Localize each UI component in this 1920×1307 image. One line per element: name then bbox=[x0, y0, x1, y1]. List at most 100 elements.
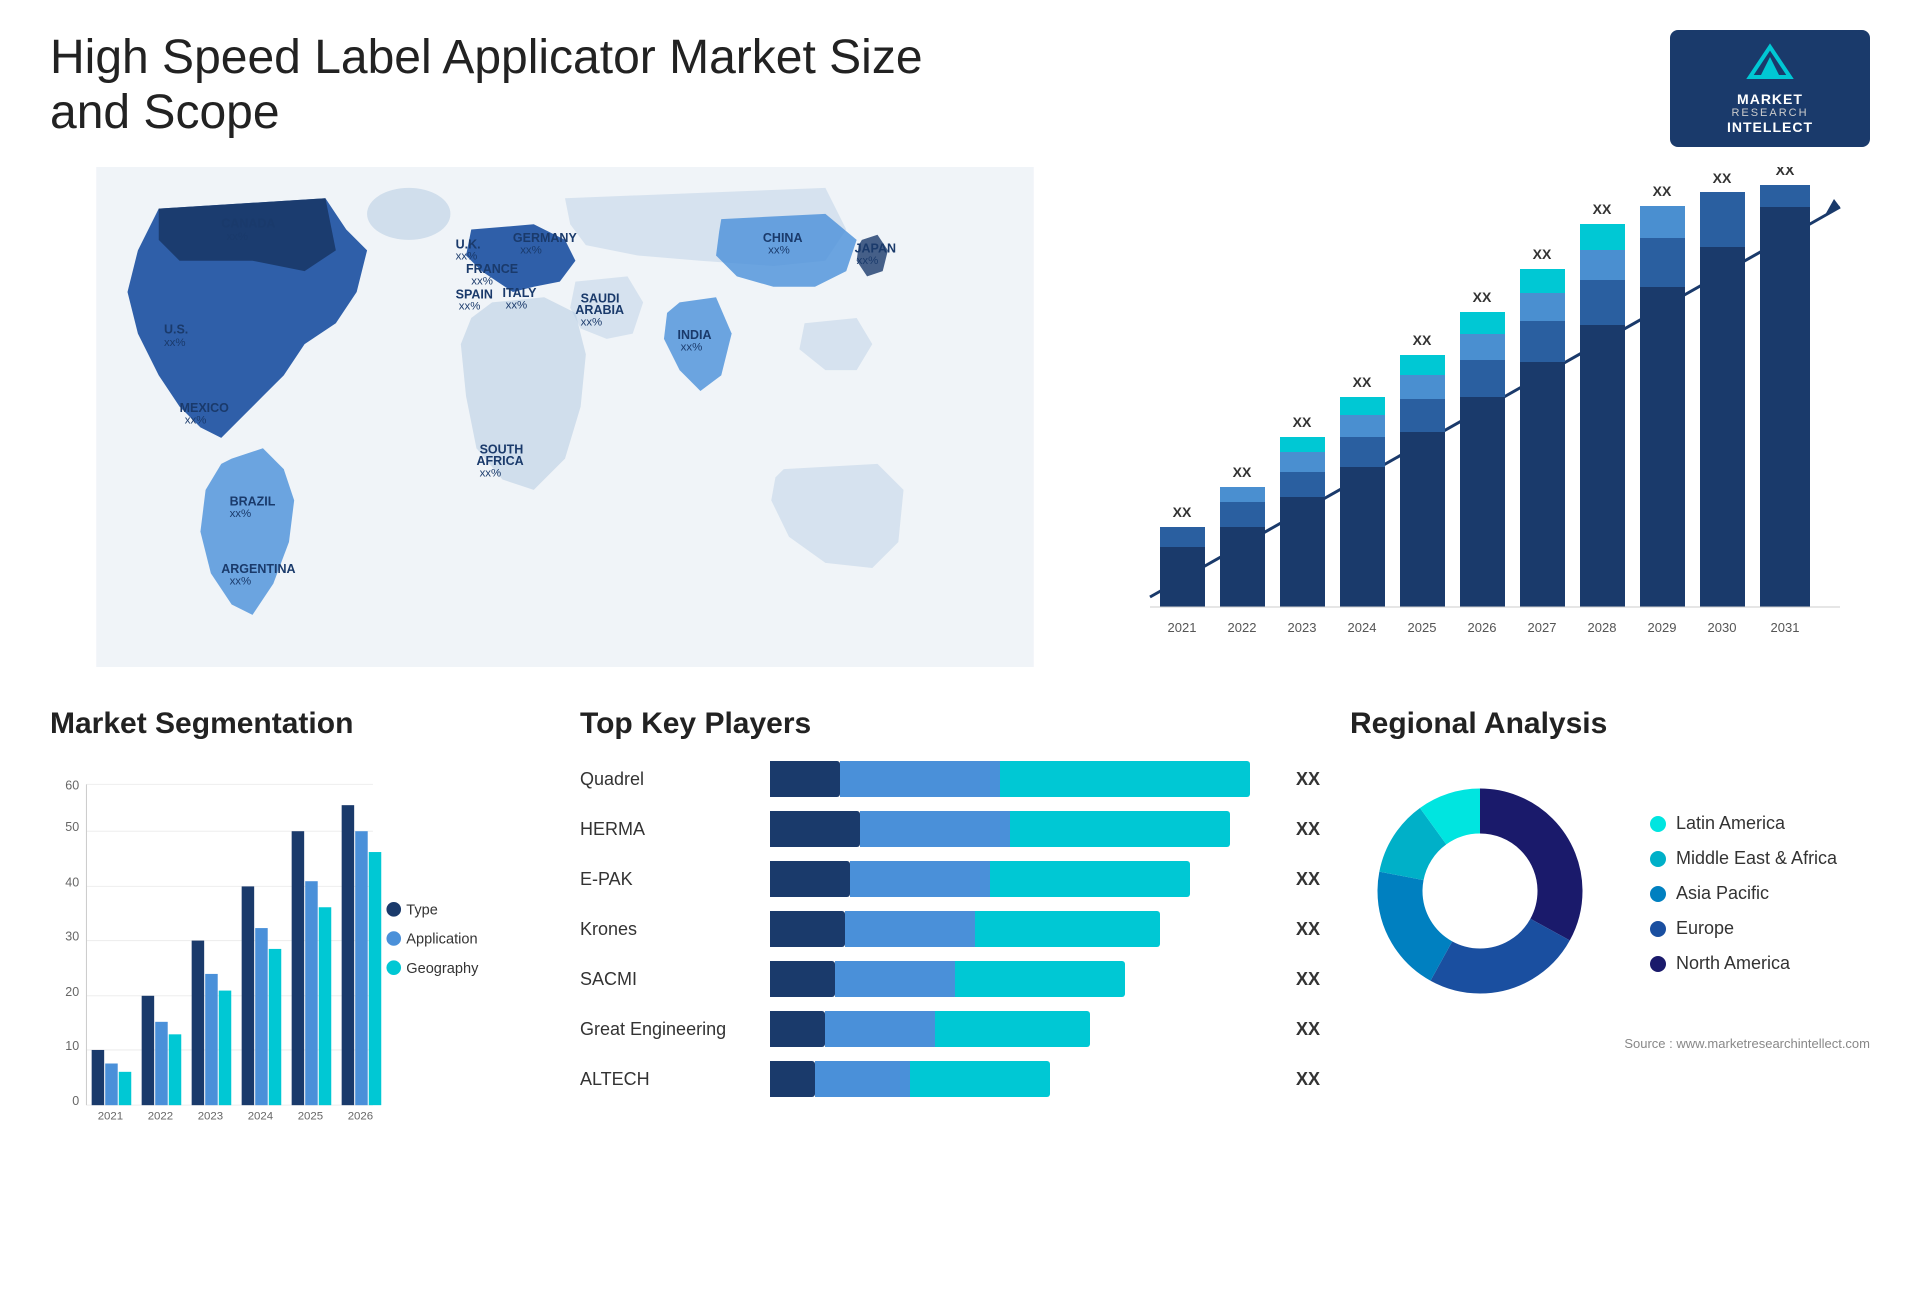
logo-line3: INTELLECT bbox=[1688, 119, 1852, 135]
svg-text:2030: 2030 bbox=[1708, 620, 1737, 635]
player-name: Great Engineering bbox=[580, 1019, 760, 1040]
player-value: XX bbox=[1296, 769, 1320, 790]
player-value: XX bbox=[1296, 1069, 1320, 1090]
player-bar-container bbox=[770, 961, 1276, 997]
legend-item-mea: Middle East & Africa bbox=[1650, 848, 1837, 869]
svg-text:2024: 2024 bbox=[1348, 620, 1377, 635]
svg-text:XX: XX bbox=[1173, 504, 1192, 520]
svg-text:xx%: xx% bbox=[459, 301, 481, 313]
svg-text:xx%: xx% bbox=[857, 255, 879, 267]
bar-light bbox=[935, 1011, 1090, 1047]
bar-mid bbox=[845, 911, 975, 947]
player-name: SACMI bbox=[580, 969, 760, 990]
svg-text:xx%: xx% bbox=[581, 316, 603, 328]
svg-text:xx%: xx% bbox=[230, 576, 252, 588]
header: High Speed Label Applicator Market Size … bbox=[50, 30, 1870, 147]
player-value: XX bbox=[1296, 1019, 1320, 1040]
svg-text:XX: XX bbox=[1293, 414, 1312, 430]
player-row-great-engineering: Great Engineering XX bbox=[580, 1011, 1320, 1047]
svg-text:2031: 2031 bbox=[1771, 620, 1800, 635]
player-bar-container bbox=[770, 861, 1276, 897]
logo-line2: RESEARCH bbox=[1688, 107, 1852, 119]
svg-text:2027: 2027 bbox=[1528, 620, 1557, 635]
svg-text:xx%: xx% bbox=[226, 231, 248, 243]
bar-dark bbox=[770, 1011, 825, 1047]
player-bar-container bbox=[770, 911, 1276, 947]
svg-text:JAPAN: JAPAN bbox=[855, 241, 896, 255]
bar-chart-svg: XX 2021 XX 2022 XX 2023 bbox=[1120, 167, 1870, 647]
svg-text:CHINA: CHINA bbox=[763, 231, 803, 245]
svg-text:xx%: xx% bbox=[471, 276, 493, 288]
page-title: High Speed Label Applicator Market Size … bbox=[50, 30, 950, 140]
legend-dot bbox=[1650, 816, 1666, 832]
svg-text:FRANCE: FRANCE bbox=[466, 262, 518, 276]
bar-mid bbox=[850, 861, 990, 897]
map-section: CANADA xx% U.S. xx% MEXICO xx% BRAZIL xx… bbox=[50, 167, 1080, 667]
bar-mid bbox=[840, 761, 1000, 797]
legend-item-latin: Latin America bbox=[1650, 813, 1837, 834]
player-bar-container bbox=[770, 761, 1276, 797]
legend-dot bbox=[1650, 886, 1666, 902]
player-name: ALTECH bbox=[580, 1069, 760, 1090]
bar-mid bbox=[835, 961, 955, 997]
top-section: CANADA xx% U.S. xx% MEXICO xx% BRAZIL xx… bbox=[50, 167, 1870, 667]
svg-text:40: 40 bbox=[65, 875, 79, 889]
regional-section: Regional Analysis bbox=[1350, 707, 1870, 1287]
regional-title: Regional Analysis bbox=[1350, 707, 1870, 741]
legend-dot bbox=[1650, 851, 1666, 867]
bar-light bbox=[1010, 811, 1230, 847]
player-value: XX bbox=[1296, 819, 1320, 840]
svg-text:XX: XX bbox=[1776, 167, 1795, 178]
legend-item-europe: Europe bbox=[1650, 918, 1837, 939]
svg-text:20: 20 bbox=[65, 985, 79, 999]
svg-text:2023: 2023 bbox=[198, 1111, 223, 1123]
svg-text:XX: XX bbox=[1653, 183, 1672, 199]
logo-box: MARKET RESEARCH INTELLECT bbox=[1670, 30, 1870, 147]
legend-label: Europe bbox=[1676, 918, 1734, 939]
svg-text:ARABIA: ARABIA bbox=[575, 303, 624, 317]
svg-text:SPAIN: SPAIN bbox=[456, 287, 493, 301]
players-list: Quadrel XX HERMA XX bbox=[580, 761, 1320, 1097]
svg-text:xx%: xx% bbox=[230, 508, 252, 520]
player-bar-container bbox=[770, 1061, 1276, 1097]
bar-light bbox=[910, 1061, 1050, 1097]
bar-dark bbox=[770, 1061, 815, 1097]
key-players-title: Top Key Players bbox=[580, 707, 1320, 741]
svg-text:xx%: xx% bbox=[185, 414, 207, 426]
logo-line1: MARKET bbox=[1688, 91, 1852, 107]
bar-dark bbox=[770, 961, 835, 997]
logo-icon bbox=[1688, 42, 1852, 91]
svg-text:xx%: xx% bbox=[681, 341, 703, 353]
svg-text:U.S.: U.S. bbox=[164, 323, 188, 337]
svg-text:GERMANY: GERMANY bbox=[513, 231, 578, 245]
player-bar-container bbox=[770, 811, 1276, 847]
page-container: High Speed Label Applicator Market Size … bbox=[0, 0, 1920, 1307]
svg-text:XX: XX bbox=[1233, 464, 1252, 480]
svg-text:XX: XX bbox=[1713, 170, 1732, 186]
svg-text:Geography: Geography bbox=[406, 961, 479, 977]
bar-light bbox=[1000, 761, 1250, 797]
svg-text:xx%: xx% bbox=[520, 244, 542, 256]
source-text: Source : www.marketresearchintellect.com bbox=[1350, 1036, 1870, 1051]
svg-text:2022: 2022 bbox=[1228, 620, 1257, 635]
legend-item-north-america: North America bbox=[1650, 953, 1837, 974]
svg-text:0: 0 bbox=[72, 1094, 79, 1108]
logo-area: MARKET RESEARCH INTELLECT bbox=[1670, 30, 1870, 147]
bar-mid bbox=[825, 1011, 935, 1047]
bar-light bbox=[955, 961, 1125, 997]
segmentation-title: Market Segmentation bbox=[50, 707, 550, 741]
player-value: XX bbox=[1296, 969, 1320, 990]
segmentation-section: Market Segmentation 0 10 20 30 40 50 60 bbox=[50, 707, 550, 1287]
legend-label: North America bbox=[1676, 953, 1790, 974]
svg-text:ARGENTINA: ARGENTINA bbox=[221, 562, 295, 576]
bottom-section: Market Segmentation 0 10 20 30 40 50 60 bbox=[50, 707, 1870, 1287]
segmentation-chart: 0 10 20 30 40 50 60 bbox=[50, 761, 550, 1141]
player-name: Quadrel bbox=[580, 769, 760, 790]
svg-text:xx%: xx% bbox=[456, 251, 478, 263]
player-row-quadrel: Quadrel XX bbox=[580, 761, 1320, 797]
svg-text:2025: 2025 bbox=[298, 1111, 323, 1123]
svg-text:xx%: xx% bbox=[480, 467, 502, 479]
svg-text:ITALY: ITALY bbox=[503, 286, 538, 300]
svg-text:XX: XX bbox=[1353, 374, 1372, 390]
svg-text:INDIA: INDIA bbox=[678, 328, 712, 342]
